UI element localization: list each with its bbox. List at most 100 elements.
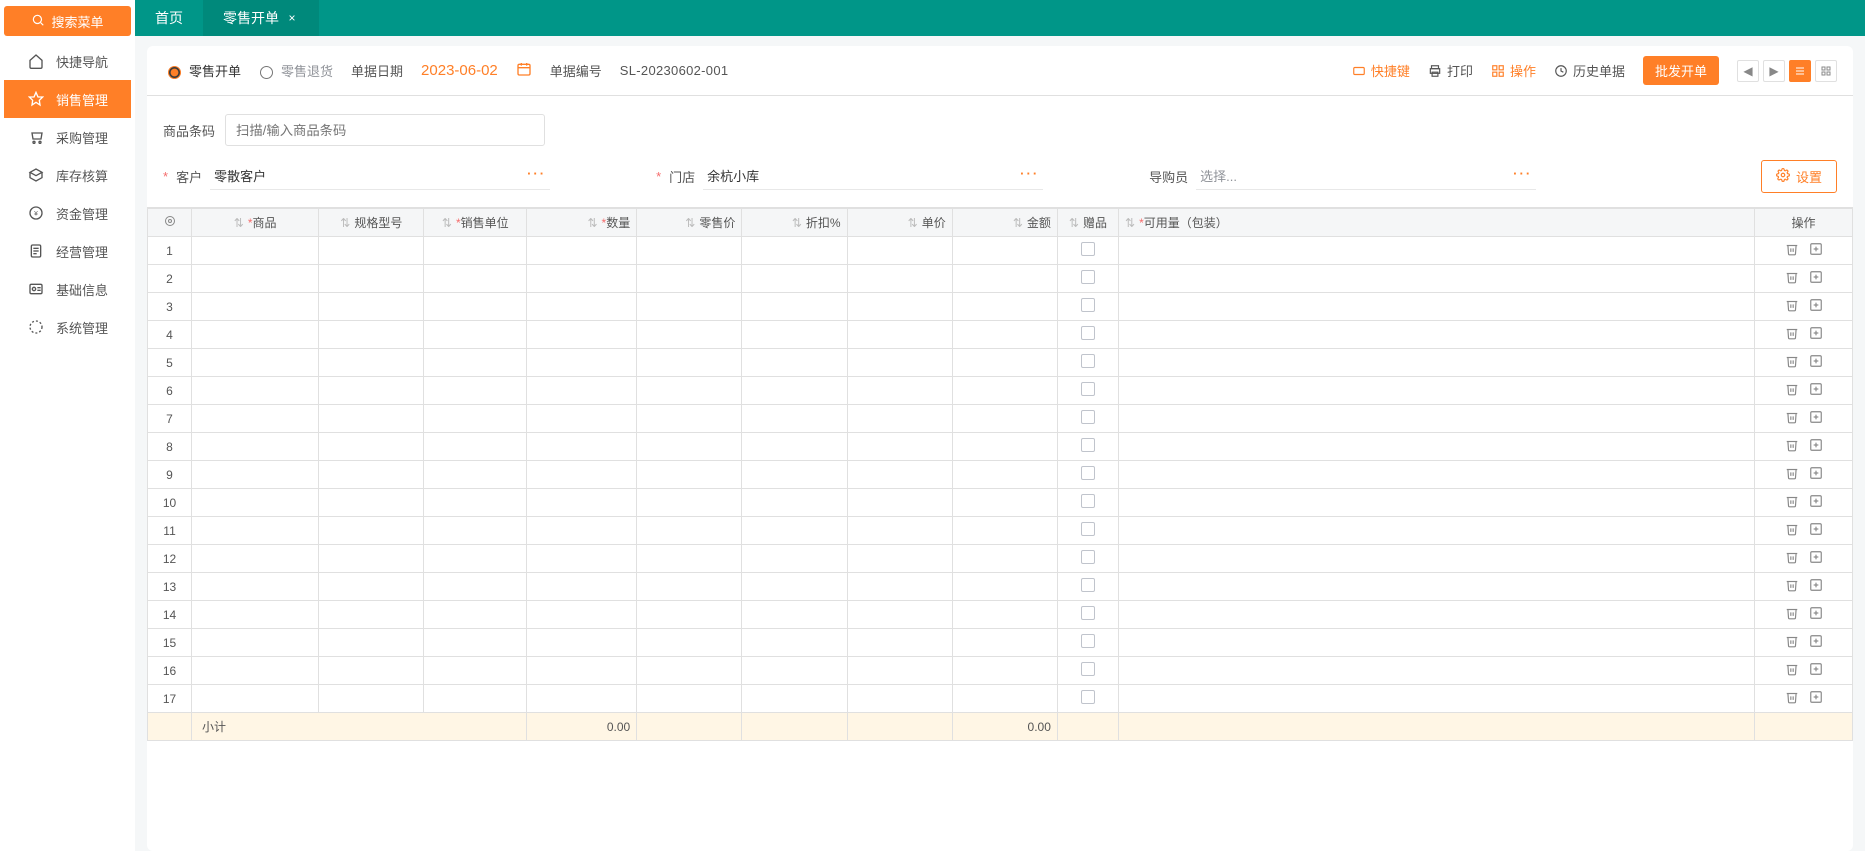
delete-icon[interactable]	[1785, 385, 1799, 399]
radio-retail-create[interactable]: 零售开单	[163, 61, 241, 80]
delete-icon[interactable]	[1785, 441, 1799, 455]
delete-icon[interactable]	[1785, 329, 1799, 343]
gear-column-header[interactable]	[148, 209, 192, 237]
guide-picker[interactable]: 选择...	[1196, 164, 1536, 190]
delete-icon[interactable]	[1785, 581, 1799, 595]
delete-icon[interactable]	[1785, 357, 1799, 371]
delete-icon[interactable]	[1785, 413, 1799, 427]
gift-cell[interactable]	[1057, 293, 1118, 321]
gift-cell[interactable]	[1057, 657, 1118, 685]
col-retail[interactable]: ⇅零售价	[637, 209, 742, 237]
add-row-icon[interactable]	[1809, 329, 1823, 343]
delete-icon[interactable]	[1785, 273, 1799, 287]
checkbox-icon[interactable]	[1081, 550, 1095, 564]
col-unit[interactable]: ⇅*销售单位	[424, 209, 527, 237]
delete-icon[interactable]	[1785, 245, 1799, 259]
nav-item-5[interactable]: 经营管理	[4, 232, 131, 270]
checkbox-icon[interactable]	[1081, 494, 1095, 508]
col-gift[interactable]: ⇅赠品	[1057, 209, 1118, 237]
bulk-order-button[interactable]: 批发开单	[1643, 56, 1719, 85]
gift-cell[interactable]	[1057, 405, 1118, 433]
gift-cell[interactable]	[1057, 545, 1118, 573]
nav-item-3[interactable]: 库存核算	[4, 156, 131, 194]
table-row[interactable]: 5	[148, 349, 1853, 377]
col-spec[interactable]: ⇅规格型号	[319, 209, 424, 237]
list-view-button[interactable]	[1789, 60, 1811, 82]
table-row[interactable]: 4	[148, 321, 1853, 349]
add-row-icon[interactable]	[1809, 693, 1823, 707]
doc-date-value[interactable]: 2023-06-02	[421, 62, 498, 79]
customer-more-icon[interactable]: ···	[527, 166, 546, 181]
delete-icon[interactable]	[1785, 497, 1799, 511]
table-row[interactable]: 9	[148, 461, 1853, 489]
gift-cell[interactable]	[1057, 573, 1118, 601]
settings-button[interactable]: 设置	[1761, 160, 1837, 193]
gift-cell[interactable]	[1057, 237, 1118, 265]
add-row-icon[interactable]	[1809, 553, 1823, 567]
tab-close-icon[interactable]: ×	[285, 11, 299, 25]
checkbox-icon[interactable]	[1081, 242, 1095, 256]
nav-item-6[interactable]: 基础信息	[4, 270, 131, 308]
store-more-icon[interactable]: ···	[1020, 166, 1039, 181]
search-menu-button[interactable]: 搜索菜单	[4, 6, 131, 36]
checkbox-icon[interactable]	[1081, 326, 1095, 340]
gift-cell[interactable]	[1057, 601, 1118, 629]
checkbox-icon[interactable]	[1081, 270, 1095, 284]
add-row-icon[interactable]	[1809, 637, 1823, 651]
checkbox-icon[interactable]	[1081, 606, 1095, 620]
customer-field[interactable]: * 客户 零散客户 ···	[163, 164, 550, 190]
delete-icon[interactable]	[1785, 637, 1799, 651]
delete-icon[interactable]	[1785, 469, 1799, 483]
table-row[interactable]: 15	[148, 629, 1853, 657]
checkbox-icon[interactable]	[1081, 298, 1095, 312]
store-field[interactable]: * 门店 余杭小库 ···	[656, 164, 1043, 190]
add-row-icon[interactable]	[1809, 357, 1823, 371]
delete-icon[interactable]	[1785, 301, 1799, 315]
table-row[interactable]: 6	[148, 377, 1853, 405]
checkbox-icon[interactable]	[1081, 690, 1095, 704]
calendar-icon[interactable]	[516, 61, 532, 81]
gift-cell[interactable]	[1057, 433, 1118, 461]
operate-action[interactable]: 操作	[1491, 61, 1536, 80]
checkbox-icon[interactable]	[1081, 634, 1095, 648]
add-row-icon[interactable]	[1809, 525, 1823, 539]
tab-1[interactable]: 零售开单×	[203, 0, 319, 36]
col-product[interactable]: ⇅*商品	[192, 209, 319, 237]
table-row[interactable]: 16	[148, 657, 1853, 685]
delete-icon[interactable]	[1785, 665, 1799, 679]
add-row-icon[interactable]	[1809, 497, 1823, 511]
grid-view-button[interactable]	[1815, 60, 1837, 82]
col-avail[interactable]: ⇅*可用量（包装）	[1119, 209, 1755, 237]
radio-retail-return[interactable]: 零售退货	[255, 61, 333, 80]
table-row[interactable]: 10	[148, 489, 1853, 517]
table-row[interactable]: 3	[148, 293, 1853, 321]
table-row[interactable]: 14	[148, 601, 1853, 629]
nav-item-2[interactable]: 采购管理	[4, 118, 131, 156]
gift-cell[interactable]	[1057, 517, 1118, 545]
gift-cell[interactable]	[1057, 685, 1118, 713]
checkbox-icon[interactable]	[1081, 522, 1095, 536]
table-row[interactable]: 13	[148, 573, 1853, 601]
checkbox-icon[interactable]	[1081, 438, 1095, 452]
print-action[interactable]: 打印	[1428, 61, 1473, 80]
table-row[interactable]: 1	[148, 237, 1853, 265]
checkbox-icon[interactable]	[1081, 354, 1095, 368]
table-row[interactable]: 7	[148, 405, 1853, 433]
shortcut-action[interactable]: 快捷键	[1352, 61, 1410, 80]
nav-item-1[interactable]: 销售管理	[4, 80, 131, 118]
gift-cell[interactable]	[1057, 377, 1118, 405]
prev-button[interactable]: ◀	[1737, 60, 1759, 82]
store-picker[interactable]: 余杭小库	[703, 164, 1043, 190]
history-action[interactable]: 历史单据	[1554, 61, 1625, 80]
guide-more-icon[interactable]: ···	[1513, 166, 1532, 181]
table-row[interactable]: 11	[148, 517, 1853, 545]
add-row-icon[interactable]	[1809, 469, 1823, 483]
add-row-icon[interactable]	[1809, 581, 1823, 595]
delete-icon[interactable]	[1785, 693, 1799, 707]
table-row[interactable]: 12	[148, 545, 1853, 573]
checkbox-icon[interactable]	[1081, 382, 1095, 396]
add-row-icon[interactable]	[1809, 245, 1823, 259]
guide-field[interactable]: 导购员 选择... ···	[1149, 164, 1536, 190]
gift-cell[interactable]	[1057, 265, 1118, 293]
checkbox-icon[interactable]	[1081, 662, 1095, 676]
